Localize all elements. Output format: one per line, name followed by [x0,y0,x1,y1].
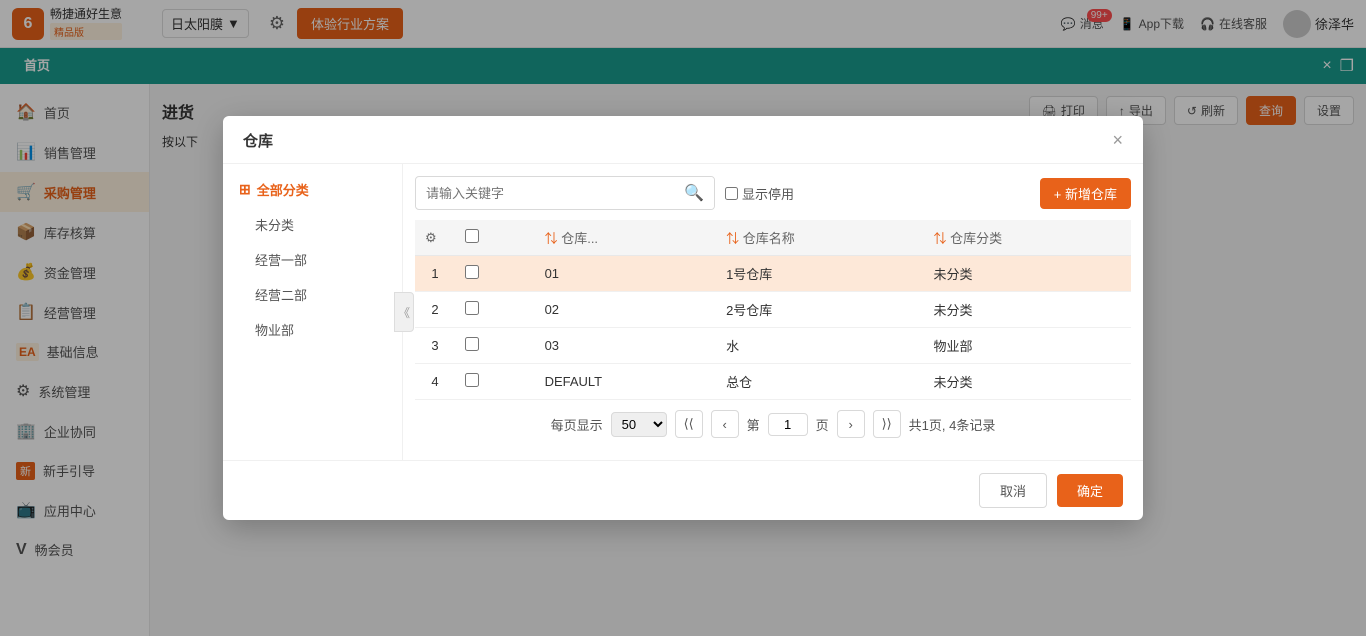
col-code[interactable]: ⇅ 仓库... [535,220,717,256]
table-row[interactable]: 3 03 水 物业部 [415,328,1131,364]
row-num: 1 [415,256,455,292]
table-row[interactable]: 2 02 2号仓库 未分类 [415,292,1131,328]
row-name: 1号仓库 [716,256,923,292]
all-categories[interactable]: ⊞ 全部分类 [223,172,402,207]
per-page-label: 每页显示 [551,415,603,434]
search-icon[interactable]: 🔍 [674,177,714,209]
total-label: 共1页, 4条记录 [909,415,996,434]
row-checkbox[interactable] [455,328,535,364]
confirm-btn[interactable]: 确定 [1057,474,1123,507]
table-row[interactable]: 1 01 1号仓库 未分类 [415,256,1131,292]
col-name[interactable]: ⇅ 仓库名称 [716,220,923,256]
category-panel: ⊞ 全部分类 未分类 经营一部 经营二部 物业部 《 [223,164,403,460]
table-panel: 🔍 显示停用 + 新增仓库 ⚙ [403,164,1143,460]
row-code: 02 [535,292,717,328]
table-toolbar: 🔍 显示停用 + 新增仓库 [415,176,1131,210]
sort-cat-icon: ⇅ [934,231,947,246]
next-page-btn[interactable]: › [837,410,865,438]
row-num: 3 [415,328,455,364]
collapse-panel-btn[interactable]: 《 [394,292,414,332]
row-name: 水 [716,328,923,364]
row-category: 未分类 [924,364,1131,400]
show-disabled-label[interactable]: 显示停用 [725,184,794,203]
table-header-row: ⚙ ⇅ 仓库... ⇅ [415,220,1131,256]
category-unclassified[interactable]: 未分类 [223,207,402,242]
sort-icon: ⇅ [545,231,558,246]
row-name: 总仓 [716,364,923,400]
per-page-select-wrap: 50 100 [611,412,667,437]
row-checkbox[interactable] [455,292,535,328]
sort-name-icon: ⇅ [726,231,739,246]
row-num: 2 [415,292,455,328]
all-categories-label: 全部分类 [257,180,309,199]
row-category: 未分类 [924,256,1131,292]
modal-close-btn[interactable]: × [1112,130,1123,151]
row-checkbox[interactable] [455,364,535,400]
page-label: 页 [816,415,829,434]
prev-page-btn[interactable]: ‹ [711,410,739,438]
last-page-btn[interactable]: ⟩⟩ [873,410,901,438]
row-checkbox[interactable] [455,256,535,292]
add-warehouse-btn[interactable]: + 新增仓库 [1040,178,1131,209]
category-dept1[interactable]: 经营一部 [223,242,402,277]
page-word: 第 [747,415,760,434]
modal-body: ⊞ 全部分类 未分类 经营一部 经营二部 物业部 《 🔍 [223,164,1143,460]
row-num: 4 [415,364,455,400]
table-row[interactable]: 4 DEFAULT 总仓 未分类 [415,364,1131,400]
modal-footer: 取消 确定 [223,460,1143,520]
grid-icon: ⊞ [239,181,251,198]
modal-header: 仓库 × [223,116,1143,164]
table-container: ⚙ ⇅ 仓库... ⇅ [415,220,1131,400]
row-category: 未分类 [924,292,1131,328]
col-category[interactable]: ⇅ 仓库分类 [924,220,1131,256]
warehouse-table: ⚙ ⇅ 仓库... ⇅ [415,220,1131,400]
col-settings: ⚙ [415,220,455,256]
show-disabled-checkbox[interactable] [725,187,738,200]
search-input[interactable] [416,180,674,207]
first-page-btn[interactable]: ⟨⟨ [675,410,703,438]
category-property[interactable]: 物业部 [223,312,402,347]
row-code: 03 [535,328,717,364]
search-input-wrap: 🔍 [415,176,715,210]
row-code: 01 [535,256,717,292]
settings-col-icon: ⚙ [425,230,437,245]
col-checkbox [455,220,535,256]
row-category: 物业部 [924,328,1131,364]
warehouse-modal: 仓库 × ⊞ 全部分类 未分类 经营一部 经营二部 物业部 《 [223,116,1143,520]
select-all-checkbox[interactable] [465,229,479,243]
category-dept2[interactable]: 经营二部 [223,277,402,312]
row-name: 2号仓库 [716,292,923,328]
modal-overlay: 仓库 × ⊞ 全部分类 未分类 经营一部 经营二部 物业部 《 [0,0,1366,636]
per-page-select[interactable]: 50 100 [611,412,667,437]
pagination-row: 每页显示 50 100 ⟨⟨ ‹ 第 页 › ⟩⟩ 共1页, 4条记录 [415,400,1131,448]
row-code: DEFAULT [535,364,717,400]
modal-title: 仓库 [243,130,273,151]
page-number-input[interactable] [768,413,808,436]
cancel-btn[interactable]: 取消 [979,473,1047,508]
